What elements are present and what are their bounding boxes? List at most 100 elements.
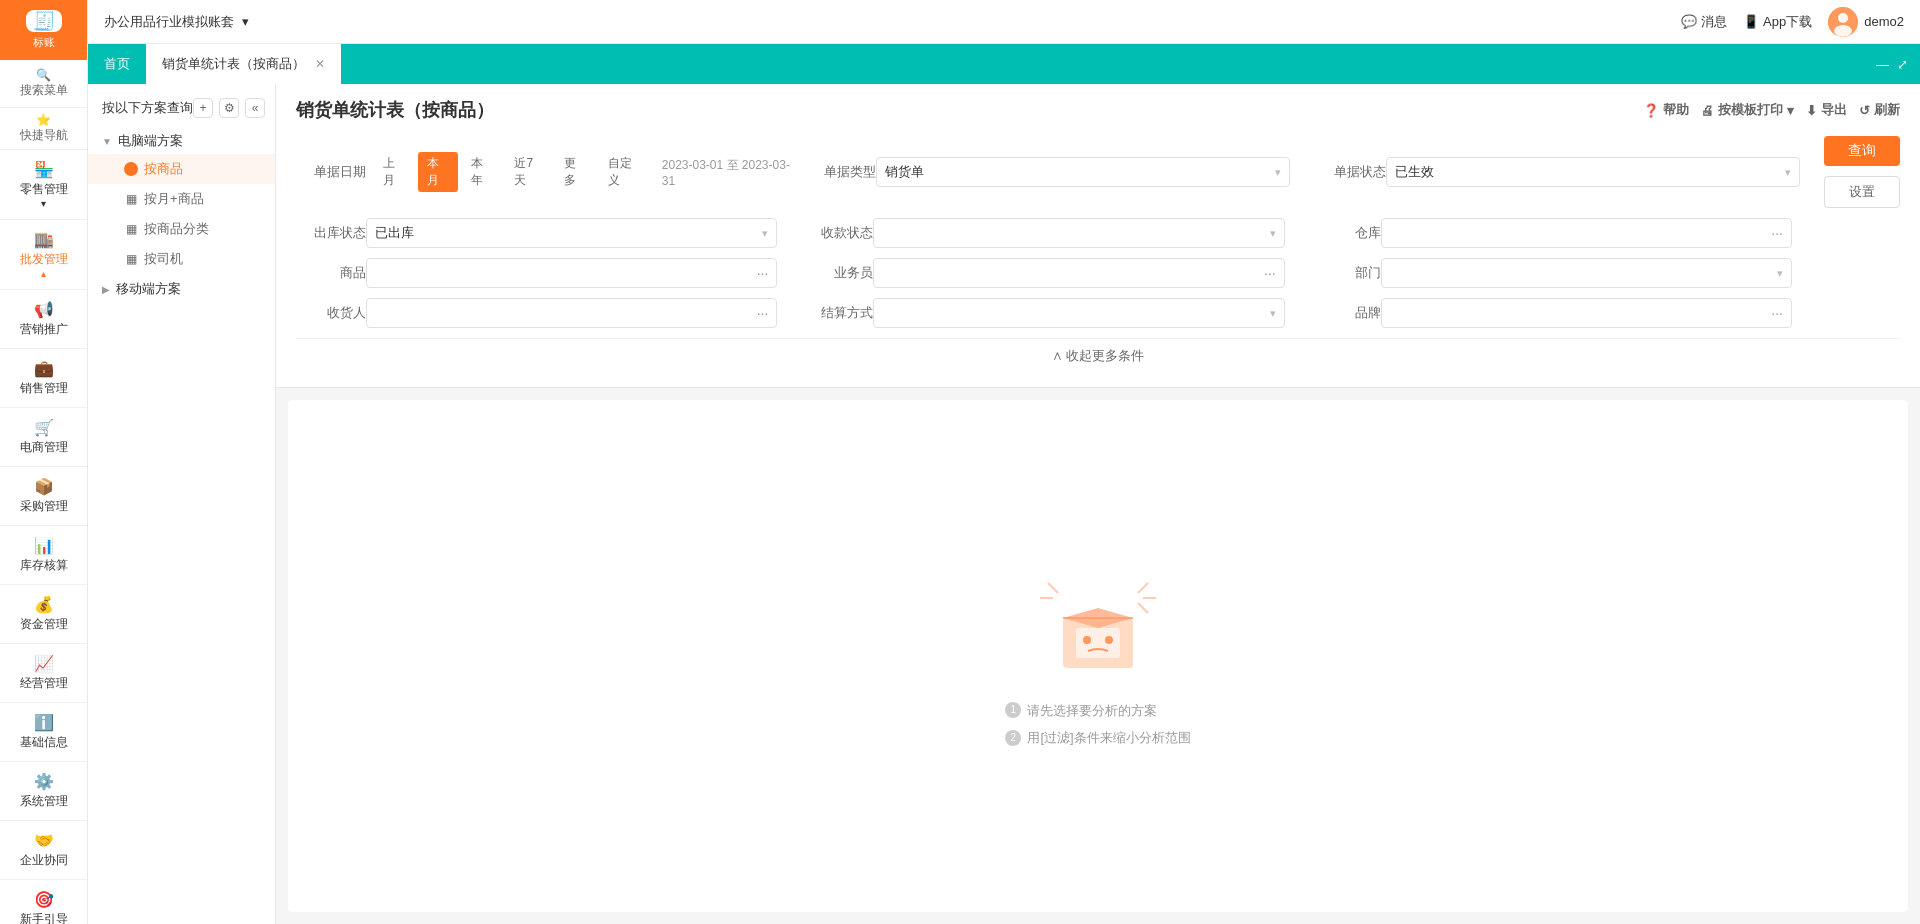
finance-icon: 💰 bbox=[34, 595, 54, 614]
message-btn[interactable]: 💬 消息 bbox=[1681, 13, 1727, 31]
sidebar-item-enterprise[interactable]: 🤝 企业协同 bbox=[0, 821, 87, 880]
out-status-field[interactable]: 已出库 ▾ bbox=[366, 218, 777, 248]
brand-field[interactable]: ··· bbox=[1381, 298, 1792, 328]
sidebar-item-inventory[interactable]: 📊 库存核算 bbox=[0, 526, 87, 585]
recipient-field[interactable]: ··· bbox=[366, 298, 777, 328]
username: demo2 bbox=[1864, 14, 1904, 29]
nav-icon: ⭐ bbox=[5, 113, 82, 127]
product-label: 商品 bbox=[296, 264, 366, 282]
date-range: 2023-03-01 至 2023-03-31 bbox=[662, 157, 796, 188]
settings-scheme-btn[interactable]: ⚙ bbox=[219, 98, 239, 118]
sidebar-quick-nav[interactable]: ⭐ 快捷导航 bbox=[0, 108, 87, 150]
avatar bbox=[1828, 7, 1858, 37]
brand-ellipsis: ··· bbox=[1771, 305, 1783, 321]
date-pill-last-month[interactable]: 上月 bbox=[374, 152, 414, 192]
table-icon-2: ▦ bbox=[124, 222, 138, 236]
warehouse-ellipsis: ··· bbox=[1771, 225, 1783, 241]
panel-item-by-supplier[interactable]: ▦ 按司机 bbox=[88, 244, 275, 274]
main-area: 办公用品行业模拟账套 ▾ 💬 消息 📱 App下载 de bbox=[88, 0, 1920, 924]
tab-home[interactable]: 首页 bbox=[88, 44, 146, 84]
sidebar-item-sales[interactable]: 💼 销售管理 bbox=[0, 349, 87, 408]
print-btn[interactable]: 🖨 按模板打印 ▾ bbox=[1701, 101, 1794, 119]
expand-arrow-wholesale: ▴ bbox=[41, 268, 46, 279]
tab-report-label: 销货单统计表（按商品） bbox=[162, 55, 305, 73]
date-label: 单据日期 bbox=[296, 163, 366, 181]
warehouse-field[interactable]: ··· bbox=[1381, 218, 1792, 248]
collapse-panel-btn[interactable]: « bbox=[245, 98, 265, 118]
marketing-icon: 📢 bbox=[34, 300, 54, 319]
tab-close-icon[interactable]: ✕ bbox=[315, 57, 325, 71]
department-field[interactable]: ▾ bbox=[1381, 258, 1792, 288]
collapse-bar[interactable]: ∧ 收起更多条件 bbox=[296, 338, 1900, 373]
tab-maximize-icon[interactable]: ⤢ bbox=[1897, 57, 1908, 72]
empty-tip-2: 2 用[过滤]条件来缩小分析范围 bbox=[1005, 726, 1190, 749]
payment-label: 结算方式 bbox=[803, 304, 873, 322]
empty-illustration bbox=[1038, 563, 1158, 683]
date-pill-this-month[interactable]: 本月 bbox=[418, 152, 458, 192]
panel-header-actions: + ⚙ « bbox=[193, 98, 265, 118]
table-icon-3: ▦ bbox=[124, 252, 138, 266]
topbar: 办公用品行业模拟账套 ▾ 💬 消息 📱 App下载 de bbox=[88, 0, 1920, 44]
tip-number-2: 2 bbox=[1005, 730, 1021, 746]
print-icon: 🖨 bbox=[1701, 103, 1714, 118]
topbar-right: 💬 消息 📱 App下载 demo2 bbox=[1681, 7, 1904, 37]
print-arrow: ▾ bbox=[1787, 103, 1794, 118]
svg-line-9 bbox=[1138, 583, 1148, 593]
filter-area: 销货单统计表（按商品） ❓ 帮助 🖨 按模板打印 ▾ ⬇ bbox=[276, 84, 1920, 388]
recipient-label: 收货人 bbox=[296, 304, 366, 322]
salesperson-label: 业务员 bbox=[803, 264, 873, 282]
panel-item-by-month-product[interactable]: ▦ 按月+商品 bbox=[88, 184, 275, 214]
sidebar-item-guide[interactable]: 🎯 新手引导 bbox=[0, 880, 87, 924]
expand-arrow-retail: ▾ bbox=[41, 198, 46, 209]
doc-status-field[interactable]: 已生效 ▾ bbox=[1386, 157, 1800, 187]
sidebar-item-purchase[interactable]: 📦 采购管理 bbox=[0, 467, 87, 526]
export-icon: ⬇ bbox=[1806, 103, 1817, 118]
pc-section[interactable]: ▼ 电脑端方案 bbox=[88, 126, 275, 154]
sidebar-search[interactable]: 🔍 搜索菜单 bbox=[0, 60, 87, 108]
title-dropdown-arrow[interactable]: ▾ bbox=[242, 14, 249, 29]
tab-report[interactable]: 销货单统计表（按商品） ✕ bbox=[146, 44, 341, 84]
panel-item-by-product[interactable]: 按商品 bbox=[88, 154, 275, 184]
doc-type-field[interactable]: 销货单 ▾ bbox=[876, 157, 1290, 187]
sidebar-item-system[interactable]: ⚙️ 系统管理 bbox=[0, 762, 87, 821]
help-btn[interactable]: ❓ 帮助 bbox=[1643, 101, 1689, 119]
date-pill-this-year[interactable]: 本年 bbox=[462, 152, 502, 192]
query-button[interactable]: 查询 bbox=[1824, 136, 1900, 166]
sidebar-item-operation[interactable]: 📈 经营管理 bbox=[0, 644, 87, 703]
out-status-arrow: ▾ bbox=[762, 227, 768, 240]
tab-minimize-icon[interactable]: — bbox=[1876, 57, 1889, 72]
settings-button[interactable]: 设置 bbox=[1824, 176, 1900, 208]
sidebar-item-wholesale[interactable]: 🏬 批发管理 ▴ bbox=[0, 220, 87, 290]
left-panel: 按以下方案查询 + ⚙ « ▼ 电脑端方案 按商品 ▦ 按月+商品 bbox=[88, 84, 276, 924]
empty-tips: 1 请先选择要分析的方案 2 用[过滤]条件来缩小分析范围 bbox=[1005, 699, 1190, 750]
mobile-section[interactable]: ▶ 移动端方案 bbox=[88, 274, 275, 302]
receive-status-field[interactable]: ▾ bbox=[873, 218, 1284, 248]
sidebar-item-retail[interactable]: 🏪 零售管理 ▾ bbox=[0, 150, 87, 220]
sidebar-item-ecommerce[interactable]: 🛒 电商管理 bbox=[0, 408, 87, 467]
logo-icon: 🧾 bbox=[26, 10, 62, 32]
retail-icon: 🏪 bbox=[34, 160, 54, 179]
date-pill-custom[interactable]: 自定义 bbox=[599, 152, 650, 192]
salesperson-field[interactable]: ··· bbox=[873, 258, 1284, 288]
refresh-btn[interactable]: ↺ 刷新 bbox=[1859, 101, 1900, 119]
payment-field[interactable]: ▾ bbox=[873, 298, 1284, 328]
export-btn[interactable]: ⬇ 导出 bbox=[1806, 101, 1847, 119]
ecommerce-icon: 🛒 bbox=[34, 418, 54, 437]
app-download-btn[interactable]: 📱 App下载 bbox=[1743, 13, 1812, 31]
panel-item-by-category[interactable]: ▦ 按商品分类 bbox=[88, 214, 275, 244]
purchase-icon: 📦 bbox=[34, 477, 54, 496]
user-menu[interactable]: demo2 bbox=[1828, 7, 1904, 37]
product-ellipsis: ··· bbox=[757, 265, 769, 281]
product-field[interactable]: ··· bbox=[366, 258, 777, 288]
sidebar-item-marketing[interactable]: 📢 营销推广 bbox=[0, 290, 87, 349]
add-scheme-btn[interactable]: + bbox=[193, 98, 213, 118]
svg-line-12 bbox=[1048, 583, 1058, 593]
tabbar: 首页 销货单统计表（按商品） ✕ — ⤢ bbox=[88, 44, 1920, 84]
date-pill-more[interactable]: 更多 bbox=[555, 152, 595, 192]
warehouse-label: 仓库 bbox=[1311, 224, 1381, 242]
brand-label: 品牌 bbox=[1311, 304, 1381, 322]
sales-icon: 💼 bbox=[34, 359, 54, 378]
date-pill-last7[interactable]: 近7天 bbox=[505, 152, 551, 192]
sidebar-item-basic[interactable]: ℹ️ 基础信息 bbox=[0, 703, 87, 762]
sidebar-item-finance[interactable]: 💰 资金管理 bbox=[0, 585, 87, 644]
